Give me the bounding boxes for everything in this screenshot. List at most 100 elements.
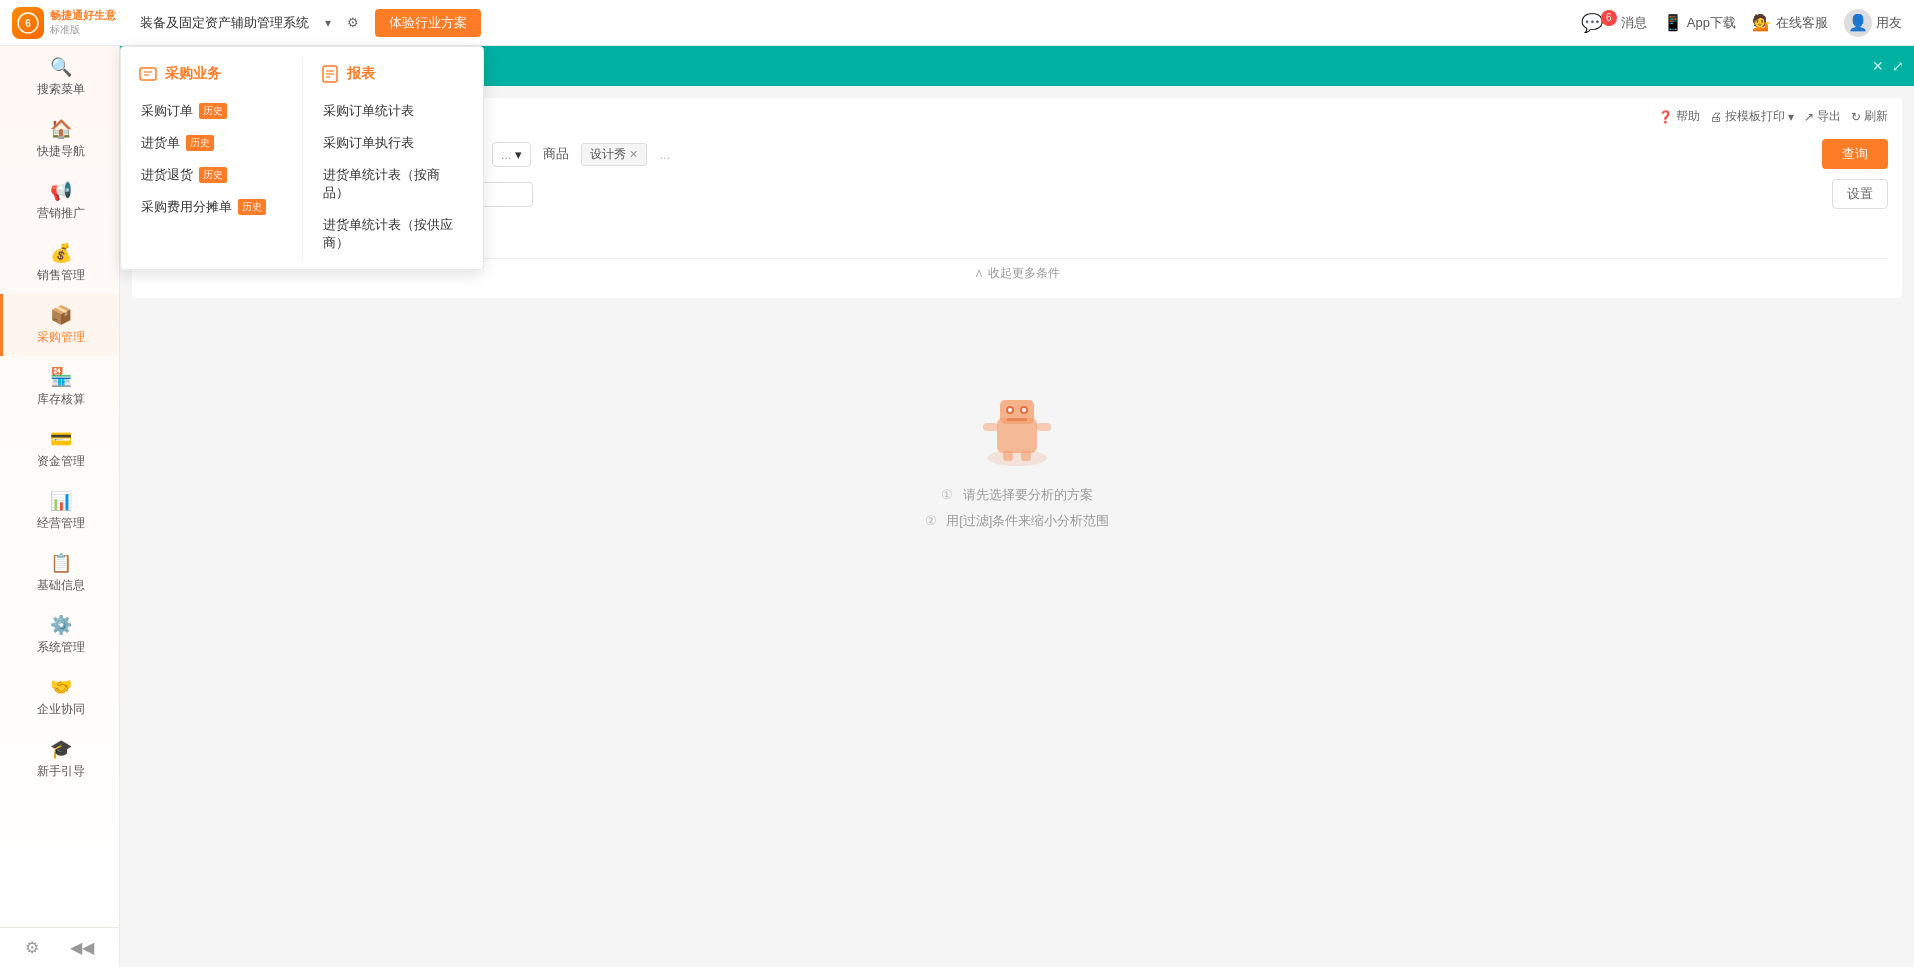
tab-maximize-btn[interactable]: ⤢ bbox=[1892, 58, 1904, 74]
inventory-icon: 🏪 bbox=[50, 366, 72, 388]
report-section-icon bbox=[319, 63, 341, 85]
menu-item-goods-stat-by-supplier[interactable]: 进货单统计表（按供应商） bbox=[319, 209, 468, 259]
logo-icon: 6 bbox=[12, 7, 44, 39]
guide-icon: 🎓 bbox=[50, 738, 72, 760]
empty-hint-1: ① 请先选择要分析的方案 bbox=[941, 486, 1093, 504]
collapse-icon: ∧ bbox=[974, 266, 984, 280]
tab-close-window-btn[interactable]: ✕ bbox=[1872, 58, 1884, 74]
svg-rect-10 bbox=[1003, 451, 1013, 461]
empty-state: ① 请先选择要分析的方案 ② 用[过滤]条件来缩小分析范围 bbox=[132, 308, 1902, 610]
menu-item-goods-in[interactable]: 进货单 历史 bbox=[137, 127, 286, 159]
settings-bottom-btn[interactable]: ⚙ bbox=[25, 938, 39, 957]
purchase-dropdown-menu: 采购业务 采购订单 历史 进货单 历史 进货退货 历史 采购费用分摊单 历史 bbox=[120, 46, 484, 270]
sidebar-item-label: 库存核算 bbox=[37, 391, 85, 408]
menu-item-goods-return[interactable]: 进货退货 历史 bbox=[137, 159, 286, 191]
menu-item-purchase-order-stat[interactable]: 采购订单统计表 bbox=[319, 95, 468, 127]
svg-rect-14 bbox=[140, 68, 156, 80]
header-right: 💬 6 消息 📱 App下载 💁 在线客服 👤 用友 bbox=[1581, 9, 1902, 37]
search-icon: 🔍 bbox=[50, 56, 72, 78]
svg-rect-11 bbox=[1021, 451, 1031, 461]
empty-hint-2: ② 用[过滤]条件来缩小分析范围 bbox=[925, 512, 1110, 530]
sidebar-item-marketing[interactable]: 📢 营销推广 bbox=[0, 170, 119, 232]
user-avatar: 👤 bbox=[1844, 9, 1872, 37]
online-service-action[interactable]: 💁 在线客服 bbox=[1752, 13, 1828, 32]
capital-icon: 💳 bbox=[50, 428, 72, 450]
logo-area: 6 畅捷通好生意 标准版 bbox=[12, 7, 132, 39]
history-tag-3: 历史 bbox=[199, 167, 227, 183]
sidebar-bottom: ⚙ ◀◀ bbox=[0, 927, 119, 967]
query-btn[interactable]: 查询 bbox=[1822, 139, 1888, 169]
sidebar-item-operations[interactable]: 📊 经营管理 bbox=[0, 480, 119, 542]
goods-dots[interactable]: ... bbox=[659, 147, 670, 162]
refresh-link[interactable]: ↻ 刷新 bbox=[1851, 108, 1888, 125]
user-action[interactable]: 👤 用友 bbox=[1844, 9, 1902, 37]
menu-item-purchase-order[interactable]: 采购订单 历史 bbox=[137, 95, 286, 127]
goods-label: 商品 bbox=[543, 145, 569, 163]
industry-btn[interactable]: 体验行业方案 bbox=[375, 9, 481, 37]
sidebar-item-label: 快捷导航 bbox=[37, 143, 85, 160]
menu-item-purchase-expense[interactable]: 采购费用分摊单 历史 bbox=[137, 191, 286, 223]
system-settings-btn[interactable]: ⚙ bbox=[339, 9, 367, 37]
sidebar-item-capital[interactable]: 💳 资金管理 bbox=[0, 418, 119, 480]
svg-point-7 bbox=[1008, 408, 1012, 412]
empty-illustration bbox=[967, 388, 1067, 468]
sidebar-item-label: 系统管理 bbox=[37, 639, 85, 656]
sidebar-item-label: 采购管理 bbox=[37, 329, 85, 346]
settings-btn[interactable]: 设置 bbox=[1832, 179, 1888, 209]
sidebar-item-search[interactable]: 🔍 搜索菜单 bbox=[0, 46, 119, 108]
history-tag-4: 历史 bbox=[238, 199, 266, 215]
system-name: 装备及固定资产辅助管理系统 bbox=[132, 14, 317, 32]
history-tag-1: 历史 bbox=[199, 103, 227, 119]
voucher-status-select[interactable]: ... ▾ bbox=[492, 142, 532, 167]
sidebar-item-label: 基础信息 bbox=[37, 577, 85, 594]
app-download-action[interactable]: 📱 App下载 bbox=[1663, 13, 1736, 32]
svg-text:6: 6 bbox=[25, 18, 31, 29]
menu-item-goods-stat-by-product[interactable]: 进货单统计表（按商品） bbox=[319, 159, 468, 209]
home-icon: 🏠 bbox=[50, 118, 72, 140]
purchase-section-title: 采购业务 bbox=[137, 57, 286, 95]
help-link[interactable]: ❓ 帮助 bbox=[1658, 108, 1700, 125]
message-badge: 6 bbox=[1601, 10, 1617, 26]
sidebar-item-label: 企业协同 bbox=[37, 701, 85, 718]
system-icon: ⚙️ bbox=[50, 614, 72, 636]
export-link[interactable]: ↗ 导出 bbox=[1804, 108, 1841, 125]
sidebar-item-system[interactable]: ⚙️ 系统管理 bbox=[0, 604, 119, 666]
operations-icon: 📊 bbox=[50, 490, 72, 512]
sidebar-item-basicinfo[interactable]: 📋 基础信息 bbox=[0, 542, 119, 604]
message-action[interactable]: 💬 6 消息 bbox=[1581, 12, 1647, 34]
svg-rect-12 bbox=[983, 423, 998, 431]
header-nav: 装备及固定资产辅助管理系统 ▾ ⚙ 体验行业方案 bbox=[132, 9, 1581, 37]
menu-section-report: 报表 采购订单统计表 采购订单执行表 进货单统计表（按商品） 进货单统计表（按供… bbox=[302, 57, 484, 259]
sidebar-item-label: 营销推广 bbox=[37, 205, 85, 222]
basicinfo-icon: 📋 bbox=[50, 552, 72, 574]
sidebar-item-guide[interactable]: 🎓 新手引导 bbox=[0, 728, 119, 790]
collapse-sidebar-btn[interactable]: ◀◀ bbox=[70, 938, 94, 957]
tab-bar-right: ✕ ⤢ bbox=[1862, 46, 1914, 86]
sidebar-item-enterprise[interactable]: 🤝 企业协同 bbox=[0, 666, 119, 728]
sales-icon: 💰 bbox=[50, 242, 72, 264]
sidebar-item-label: 销售管理 bbox=[37, 267, 85, 284]
sidebar-item-quicknav[interactable]: 🏠 快捷导航 bbox=[0, 108, 119, 170]
svg-rect-9 bbox=[1007, 418, 1027, 421]
sidebar-item-label: 搜索菜单 bbox=[37, 81, 85, 98]
svg-rect-13 bbox=[1036, 423, 1051, 431]
sidebar-item-label: 经营管理 bbox=[37, 515, 85, 532]
menu-section-purchase: 采购业务 采购订单 历史 进货单 历史 进货退货 历史 采购费用分摊单 历史 bbox=[121, 57, 302, 259]
chevron-down-icon: ▾ bbox=[515, 147, 522, 162]
print-link[interactable]: 🖨 按模板打印 ▾ bbox=[1710, 108, 1794, 125]
sidebar-item-inventory[interactable]: 🏪 库存核算 bbox=[0, 356, 119, 418]
sidebar-item-label: 资金管理 bbox=[37, 453, 85, 470]
sidebar-item-sales[interactable]: 💰 销售管理 bbox=[0, 232, 119, 294]
sidebar: 🔍 搜索菜单 🏠 快捷导航 📢 营销推广 💰 销售管理 📦 采购管理 🏪 库存核… bbox=[0, 46, 120, 967]
menu-item-purchase-order-exec[interactable]: 采购订单执行表 bbox=[319, 127, 468, 159]
sidebar-item-purchase[interactable]: 📦 采购管理 bbox=[0, 294, 119, 356]
enterprise-icon: 🤝 bbox=[50, 676, 72, 698]
goods-tag-close[interactable]: ✕ bbox=[629, 148, 638, 161]
top-header: 6 畅捷通好生意 标准版 装备及固定资产辅助管理系统 ▾ ⚙ 体验行业方案 💬 … bbox=[0, 0, 1914, 46]
logo-text: 畅捷通好生意 标准版 bbox=[50, 8, 116, 37]
system-dropdown-btn[interactable]: ▾ bbox=[325, 16, 331, 30]
sidebar-item-label: 新手引导 bbox=[37, 763, 85, 780]
goods-tag[interactable]: 设计秀 ✕ bbox=[581, 143, 647, 166]
report-section-title: 报表 bbox=[319, 57, 468, 95]
svg-point-8 bbox=[1022, 408, 1026, 412]
